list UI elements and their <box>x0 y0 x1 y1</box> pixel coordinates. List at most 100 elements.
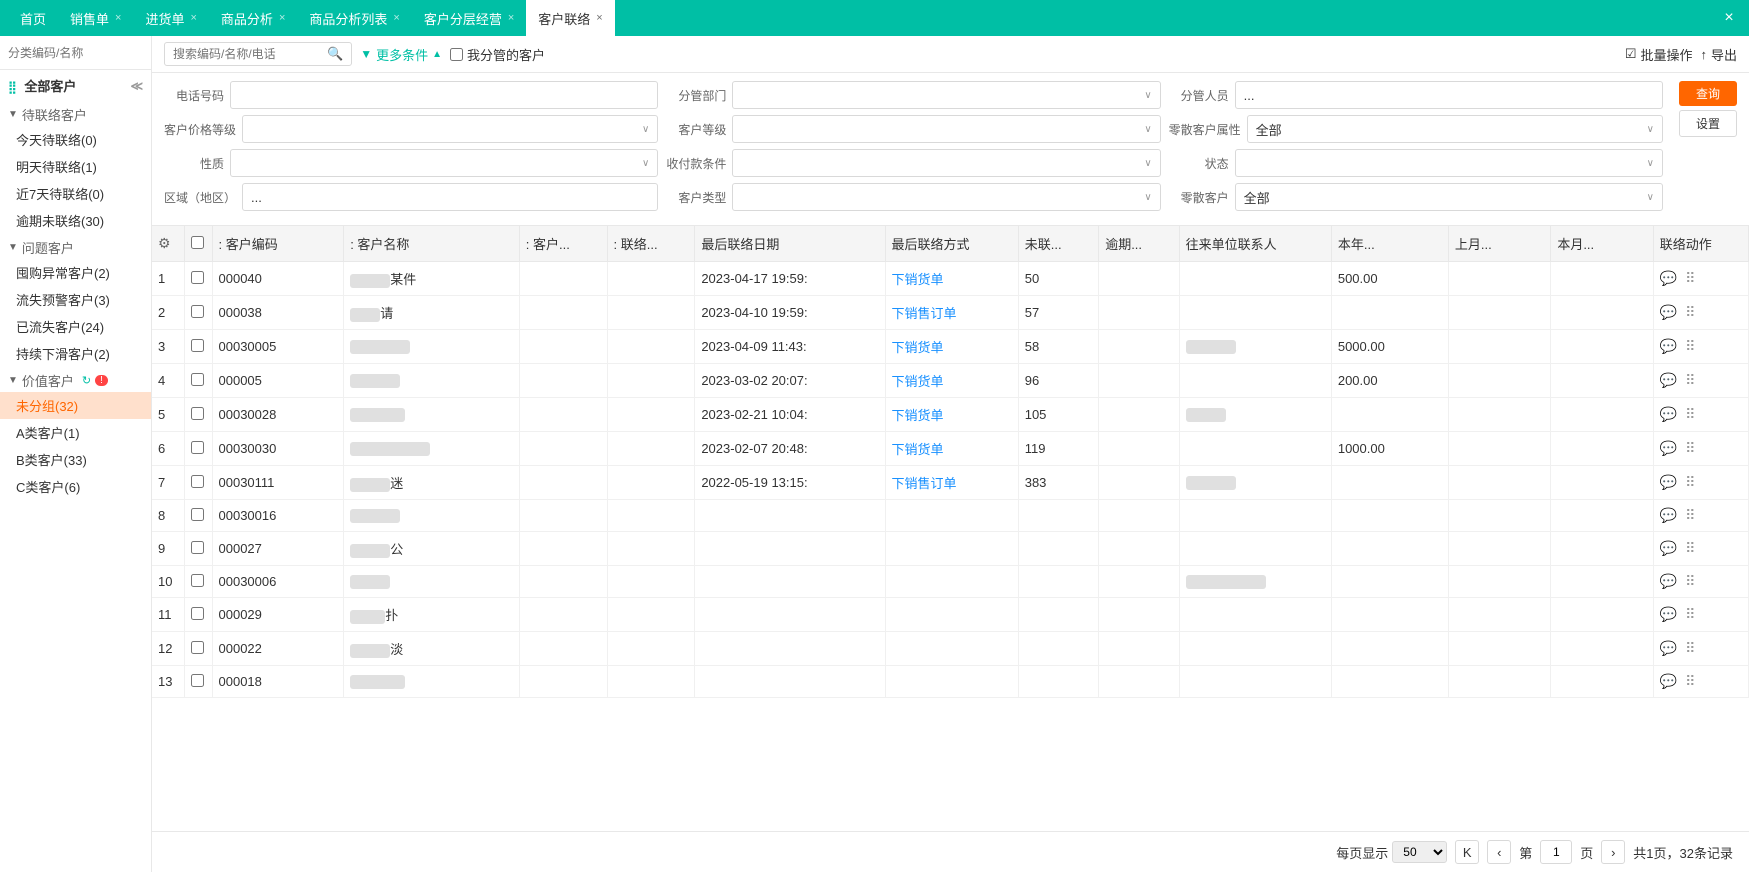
more-icon[interactable]: ⠿ <box>1685 573 1695 590</box>
chat-icon[interactable]: 💬 <box>1660 304 1677 321</box>
group-problem-customers[interactable]: ▼ 问题客户 <box>0 234 151 259</box>
chat-icon[interactable]: 💬 <box>1660 270 1677 287</box>
prev-page-btn[interactable]: ‹ <box>1487 840 1511 864</box>
chat-icon[interactable]: 💬 <box>1660 338 1677 355</box>
sidebar-item-ungroup[interactable]: 未分组(32) <box>0 392 151 419</box>
sidebar-item-overdue[interactable]: 逾期未联络(30) <box>0 207 151 234</box>
close-icon[interactable]: × <box>508 12 514 24</box>
payment-select[interactable]: ∨ <box>732 149 1160 177</box>
next-page-btn[interactable]: › <box>1601 840 1625 864</box>
more-icon[interactable]: ⠿ <box>1685 673 1695 690</box>
bulk-ops-btn[interactable]: ☑ 批量操作 <box>1625 45 1693 64</box>
sidebar-item-tomorrow[interactable]: 明天待联络(1) <box>0 153 151 180</box>
window-close-button[interactable]: × <box>1717 6 1741 30</box>
sidebar-item-declining[interactable]: 持续下滑客户(2) <box>0 340 151 367</box>
row-checkbox[interactable] <box>191 674 204 687</box>
per-page-select[interactable]: 50 100 <box>1392 841 1447 863</box>
search-input[interactable] <box>173 47 323 61</box>
manager-input[interactable]: ... <box>1235 81 1663 109</box>
sidebar-item-class-b[interactable]: B类客户(33) <box>0 446 151 473</box>
last-method-link[interactable]: 下销货单 <box>892 442 944 457</box>
more-icon[interactable]: ⠿ <box>1685 304 1695 321</box>
collapse-icon[interactable]: ≪ <box>130 79 143 93</box>
row-checkbox[interactable] <box>191 475 204 488</box>
phone-input[interactable] <box>230 81 658 109</box>
search-button[interactable]: 查询 <box>1679 81 1737 106</box>
last-method-link[interactable]: 下销货单 <box>892 408 944 423</box>
chat-icon[interactable]: 💬 <box>1660 474 1677 491</box>
status-select[interactable]: ∨ <box>1235 149 1663 177</box>
close-icon[interactable]: × <box>279 12 285 24</box>
dept-select[interactable]: ∨ <box>732 81 1160 109</box>
select-all-checkbox[interactable] <box>191 236 204 249</box>
more-icon[interactable]: ⠿ <box>1685 372 1695 389</box>
price-level-select[interactable]: ∨ <box>242 115 658 143</box>
my-customers-check[interactable] <box>450 48 463 61</box>
nav-tab-purchase[interactable]: 进货单 × <box>133 0 208 36</box>
row-checkbox[interactable] <box>191 339 204 352</box>
chat-icon[interactable]: 💬 <box>1660 372 1677 389</box>
sidebar-search-input[interactable] <box>8 46 152 60</box>
last-method-link[interactable]: 下销货单 <box>892 340 944 355</box>
chat-icon[interactable]: 💬 <box>1660 606 1677 623</box>
nav-tab-customer-segment[interactable]: 客户分层经营 × <box>412 0 526 36</box>
first-page-btn[interactable]: K <box>1455 840 1479 864</box>
sidebar-item-churn-warning[interactable]: 流失预警客户(3) <box>0 286 151 313</box>
row-checkbox[interactable] <box>191 541 204 554</box>
reset-button[interactable]: 设置 <box>1679 110 1737 137</box>
last-method-link[interactable]: 下销售订单 <box>892 476 957 491</box>
customer-level-select[interactable]: ∨ <box>732 115 1160 143</box>
row-checkbox[interactable] <box>191 441 204 454</box>
more-icon[interactable]: ⠿ <box>1685 474 1695 491</box>
more-icon[interactable]: ⠿ <box>1685 606 1695 623</box>
chat-icon[interactable]: 💬 <box>1660 673 1677 690</box>
region-select[interactable]: ... <box>242 183 658 211</box>
chat-icon[interactable]: 💬 <box>1660 640 1677 657</box>
sidebar-item-churned[interactable]: 已流失客户(24) <box>0 313 151 340</box>
close-icon[interactable]: × <box>393 12 399 24</box>
nav-tab-analysis-list[interactable]: 商品分析列表 × <box>297 0 411 36</box>
nav-tab-sales[interactable]: 销售单 × <box>58 0 133 36</box>
row-checkbox[interactable] <box>191 305 204 318</box>
more-icon[interactable]: ⠿ <box>1685 640 1695 657</box>
customer-type-select[interactable]: ∨ <box>732 183 1160 211</box>
row-checkbox[interactable] <box>191 607 204 620</box>
group-pending-contact[interactable]: ▼ 待联络客户 <box>0 101 151 126</box>
refresh-icon[interactable]: ↻ <box>82 374 91 387</box>
last-method-link[interactable]: 下销货单 <box>892 272 944 287</box>
close-icon[interactable]: × <box>596 12 602 24</box>
more-icon[interactable]: ⠿ <box>1685 507 1695 524</box>
close-icon[interactable]: × <box>115 12 121 24</box>
nature-select[interactable]: ∨ <box>230 149 658 177</box>
more-icon[interactable]: ⠿ <box>1685 440 1695 457</box>
chat-icon[interactable]: 💬 <box>1660 540 1677 557</box>
row-checkbox[interactable] <box>191 373 204 386</box>
nav-home[interactable]: 首页 <box>8 0 58 36</box>
sidebar-item-class-c[interactable]: C类客户(6) <box>0 473 151 500</box>
chat-icon[interactable]: 💬 <box>1660 440 1677 457</box>
sidebar-item-today[interactable]: 今天待联络(0) <box>0 126 151 153</box>
more-icon[interactable]: ⠿ <box>1685 338 1695 355</box>
sidebar-item-class-a[interactable]: A类客户(1) <box>0 419 151 446</box>
retail-select[interactable]: 全部 ∨ <box>1235 183 1663 211</box>
group-value-customers[interactable]: ▼ 价值客户 ↻ ! <box>0 367 151 392</box>
row-checkbox[interactable] <box>191 407 204 420</box>
row-checkbox[interactable] <box>191 271 204 284</box>
more-icon[interactable]: ⠿ <box>1685 406 1695 423</box>
search-icon[interactable]: 🔍 <box>327 46 343 62</box>
all-customers-header[interactable]: ⣿ 全部客户 ≪ <box>0 70 151 101</box>
last-method-link[interactable]: 下销货单 <box>892 374 944 389</box>
gear-icon[interactable]: ⚙ <box>158 235 171 251</box>
row-checkbox[interactable] <box>191 508 204 521</box>
row-checkbox[interactable] <box>191 574 204 587</box>
sidebar-item-7days[interactable]: 近7天待联络(0) <box>0 180 151 207</box>
more-icon[interactable]: ⠿ <box>1685 540 1695 557</box>
more-conditions-btn[interactable]: ▼ 更多条件 ▲ <box>360 45 442 64</box>
chat-icon[interactable]: 💬 <box>1660 406 1677 423</box>
nav-tab-customer-contact[interactable]: 客户联络 × <box>526 0 614 36</box>
nav-tab-analysis[interactable]: 商品分析 × <box>209 0 297 36</box>
chat-icon[interactable]: 💬 <box>1660 573 1677 590</box>
last-method-link[interactable]: 下销售订单 <box>892 306 957 321</box>
page-number-input[interactable] <box>1540 840 1572 864</box>
more-icon[interactable]: ⠿ <box>1685 270 1695 287</box>
